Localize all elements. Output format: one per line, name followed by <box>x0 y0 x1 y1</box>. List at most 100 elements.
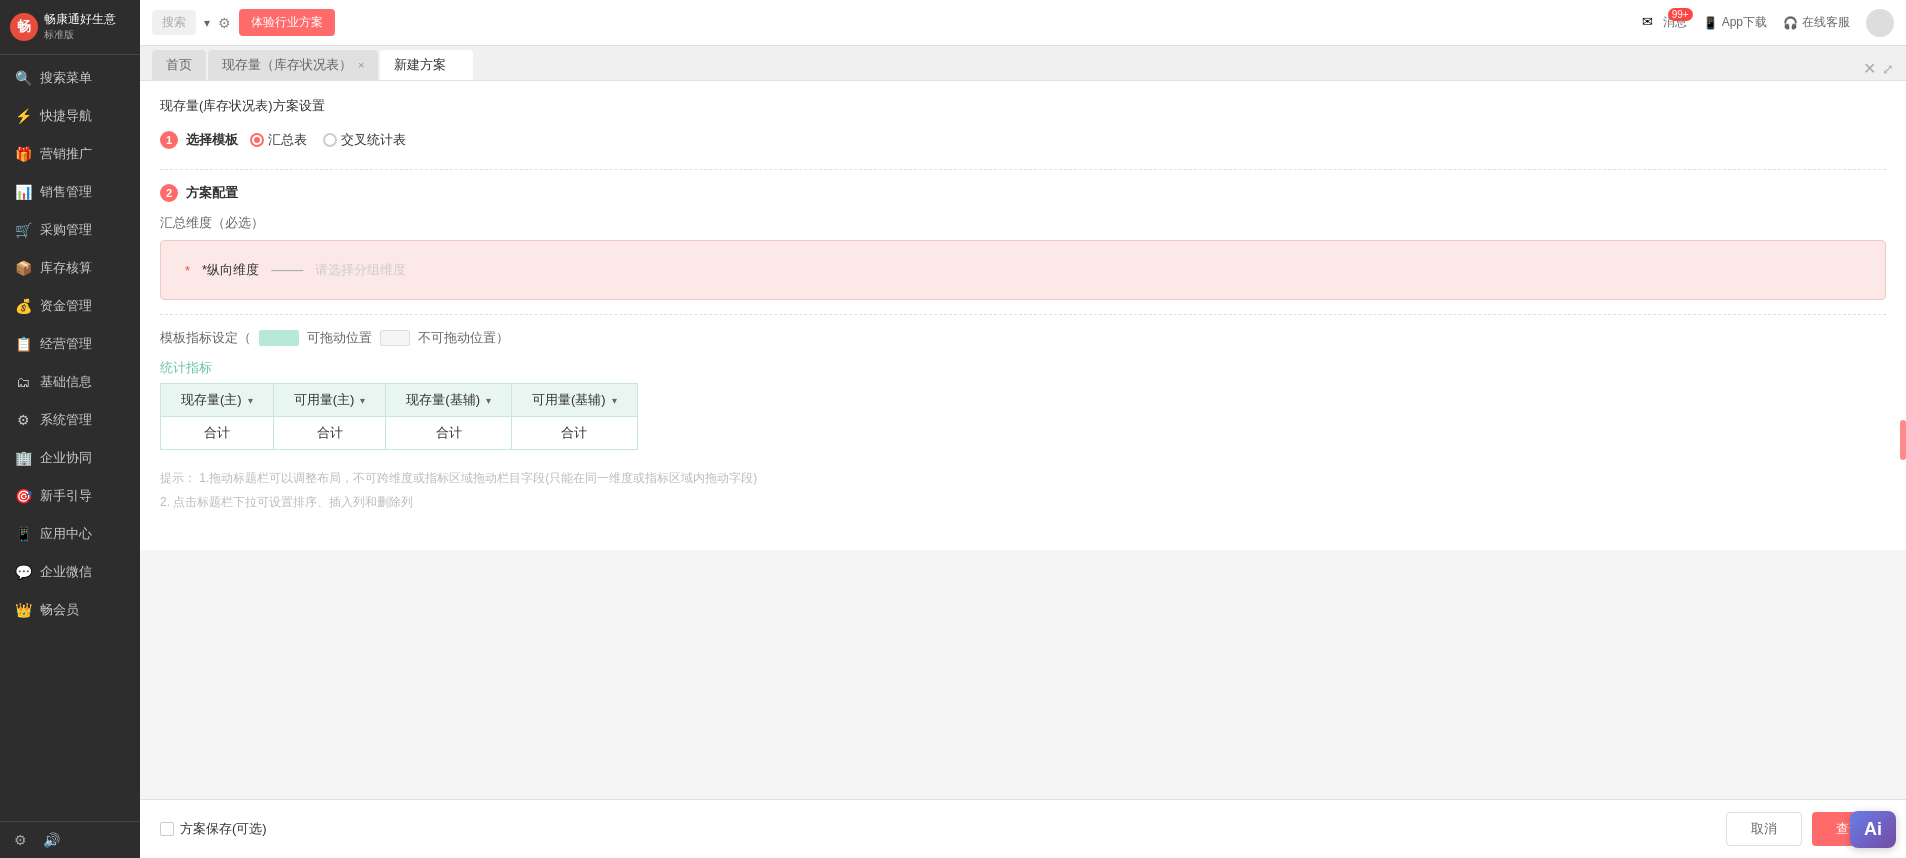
quick-nav-icon: ⚡ <box>14 107 32 125</box>
marketing-icon: 🎁 <box>14 145 32 163</box>
sidebar-label-quick-nav: 快捷导航 <box>40 107 92 125</box>
save-plan-checkbox[interactable]: 方案保存(可选) <box>160 820 267 838</box>
movable-label: 可拖动位置 <box>307 329 372 347</box>
sidebar-footer: ⚙ 🔊 <box>0 821 140 858</box>
vip-icon: 👑 <box>14 601 32 619</box>
sidebar-item-system[interactable]: ⚙ 系统管理 <box>0 401 140 439</box>
tip-2: 2. 点击标题栏下拉可设置排序、插入列和删除列 <box>160 490 1886 514</box>
save-plan-label: 方案保存(可选) <box>180 820 267 838</box>
apps-icon: 📱 <box>14 525 32 543</box>
sidebar-item-newbie[interactable]: 🎯 新手引导 <box>0 477 140 515</box>
sidebar-item-search-menu[interactable]: 🔍 搜索菜单 <box>0 59 140 97</box>
col-label-2: 现存量(基辅) <box>406 391 480 409</box>
app-name: 畅康通好生意 <box>44 12 116 28</box>
col-header-0[interactable]: 现存量(主) ▾ <box>161 384 274 417</box>
search-placeholder-text: 搜索 <box>162 14 186 31</box>
user-avatar[interactable] <box>1866 9 1894 37</box>
sidebar-item-inventory[interactable]: 📦 库存核算 <box>0 249 140 287</box>
footer-audio-icon[interactable]: 🔊 <box>43 832 60 848</box>
tab-inventory-label: 现存量（库存状况表） <box>222 56 352 74</box>
tab-new-plan[interactable]: 新建方案 × <box>380 50 472 80</box>
col-label-3: 可用量(基辅) <box>532 391 606 409</box>
sidebar-item-quick-nav[interactable]: ⚡ 快捷导航 <box>0 97 140 135</box>
tab-home[interactable]: 首页 <box>152 50 206 80</box>
col-chevron-3[interactable]: ▾ <box>612 395 617 406</box>
movable-indicator <box>259 330 299 346</box>
topbar-dropdown-icon[interactable]: ▾ <box>204 16 210 30</box>
template-radio-group: 汇总表 交叉统计表 <box>250 131 406 149</box>
col-chevron-1[interactable]: ▾ <box>360 395 365 406</box>
headset-icon: 🎧 <box>1783 16 1798 30</box>
section-1: 1 选择模板 汇总表 交叉统计表 <box>160 131 1886 149</box>
ai-badge[interactable]: Ai <box>1850 811 1896 848</box>
sidebar-label-purchase: 采购管理 <box>40 221 92 239</box>
finance-icon: 💰 <box>14 297 32 315</box>
sidebar-item-finance[interactable]: 💰 资金管理 <box>0 287 140 325</box>
tab-new-close-icon[interactable]: × <box>452 59 458 71</box>
sidebar-item-marketing[interactable]: 🎁 营销推广 <box>0 135 140 173</box>
wechat-icon: 💬 <box>14 563 32 581</box>
section-2: 2 方案配置 汇总维度（必选） * *纵向维度 —— 请选择分组维度 模板指标设… <box>160 184 1886 514</box>
radio-summary-circle <box>250 133 264 147</box>
col-header-3[interactable]: 可用量(基辅) ▾ <box>512 384 638 417</box>
stats-table-data-row: 合计 合计 合计 合计 <box>161 417 638 450</box>
dimension-required-star: * <box>185 263 190 278</box>
section-1-title: 选择模板 <box>186 131 238 149</box>
cancel-button[interactable]: 取消 <box>1726 812 1802 846</box>
dimension-separator: —— <box>271 261 303 279</box>
sidebar-item-operations[interactable]: 📋 经营管理 <box>0 325 140 363</box>
sidebar-item-apps[interactable]: 📱 应用中心 <box>0 515 140 553</box>
tab-inventory-close-icon[interactable]: × <box>358 59 364 71</box>
tab-home-label: 首页 <box>166 56 192 74</box>
sidebar-label-search-menu: 搜索菜单 <box>40 69 92 87</box>
cell-0: 合计 <box>161 417 274 450</box>
col-label-1: 可用量(主) <box>294 391 355 409</box>
radio-crosstab-circle <box>323 133 337 147</box>
sidebar-label-operations: 经营管理 <box>40 335 92 353</box>
save-checkbox-box[interactable] <box>160 822 174 836</box>
sidebar-item-wechat[interactable]: 💬 企业微信 <box>0 553 140 591</box>
trial-industry-button[interactable]: 体验行业方案 <box>239 9 335 36</box>
topbar: 搜索 ▾ ⚙ 体验行业方案 ✉ 99+ 消息 📱 App下载 🎧 在线客服 <box>140 0 1906 46</box>
cell-3: 合计 <box>512 417 638 450</box>
sidebar-item-base[interactable]: 🗂 基础信息 <box>0 363 140 401</box>
modal-close-icon[interactable]: ✕ <box>1863 59 1876 78</box>
dimension-placeholder-text[interactable]: 请选择分组维度 <box>315 261 406 279</box>
message-container[interactable]: ✉ 99+ 消息 <box>1642 14 1687 31</box>
sidebar-label-newbie: 新手引导 <box>40 487 92 505</box>
bottom-bar: 方案保存(可选) 取消 查询 <box>140 799 1906 858</box>
modal-expand-icon[interactable]: ⤢ <box>1882 61 1894 77</box>
main-area: 搜索 ▾ ⚙ 体验行业方案 ✉ 99+ 消息 📱 App下载 🎧 在线客服 <box>140 0 1906 858</box>
app-download-btn[interactable]: 📱 App下载 <box>1703 14 1767 31</box>
col-chevron-2[interactable]: ▾ <box>486 395 491 406</box>
message-badge: 99+ <box>1668 8 1693 21</box>
radio-crosstab[interactable]: 交叉统计表 <box>323 131 406 149</box>
resize-handle[interactable] <box>1900 420 1906 460</box>
template-label-text: 模板指标设定（ <box>160 329 251 347</box>
footer-settings-icon[interactable]: ⚙ <box>14 832 27 848</box>
dimension-vertical-label: *纵向维度 <box>202 261 259 279</box>
sidebar-label-inventory: 库存核算 <box>40 259 92 277</box>
radio-summary[interactable]: 汇总表 <box>250 131 307 149</box>
online-service-btn[interactable]: 🎧 在线客服 <box>1783 14 1850 31</box>
tab-inventory-status[interactable]: 现存量（库存状况表） × <box>208 50 378 80</box>
sidebar-item-sales[interactable]: 📊 销售管理 <box>0 173 140 211</box>
dimension-inner: * *纵向维度 —— 请选择分组维度 <box>185 261 1861 279</box>
sales-icon: 📊 <box>14 183 32 201</box>
topbar-gear-icon[interactable]: ⚙ <box>218 15 231 31</box>
sidebar-item-vip[interactable]: 👑 畅会员 <box>0 591 140 629</box>
col-header-2[interactable]: 现存量(基辅) ▾ <box>386 384 512 417</box>
sidebar-logo: 畅 <box>10 13 38 41</box>
app-download-label: App下载 <box>1722 14 1767 31</box>
topbar-search-box[interactable]: 搜索 <box>152 10 196 35</box>
sidebar-header: 畅 畅康通好生意 标准版 <box>0 0 140 55</box>
online-service-label: 在线客服 <box>1802 14 1850 31</box>
section-1-header: 1 选择模板 汇总表 交叉统计表 <box>160 131 1886 149</box>
col-chevron-0[interactable]: ▾ <box>248 395 253 406</box>
sidebar-item-enterprise[interactable]: 🏢 企业协同 <box>0 439 140 477</box>
sidebar-label-sales: 销售管理 <box>40 183 92 201</box>
sidebar-label-base: 基础信息 <box>40 373 92 391</box>
col-header-1[interactable]: 可用量(主) ▾ <box>273 384 386 417</box>
stats-table: 现存量(主) ▾ 可用量(主) ▾ <box>160 383 638 450</box>
sidebar-item-purchase[interactable]: 🛒 采购管理 <box>0 211 140 249</box>
